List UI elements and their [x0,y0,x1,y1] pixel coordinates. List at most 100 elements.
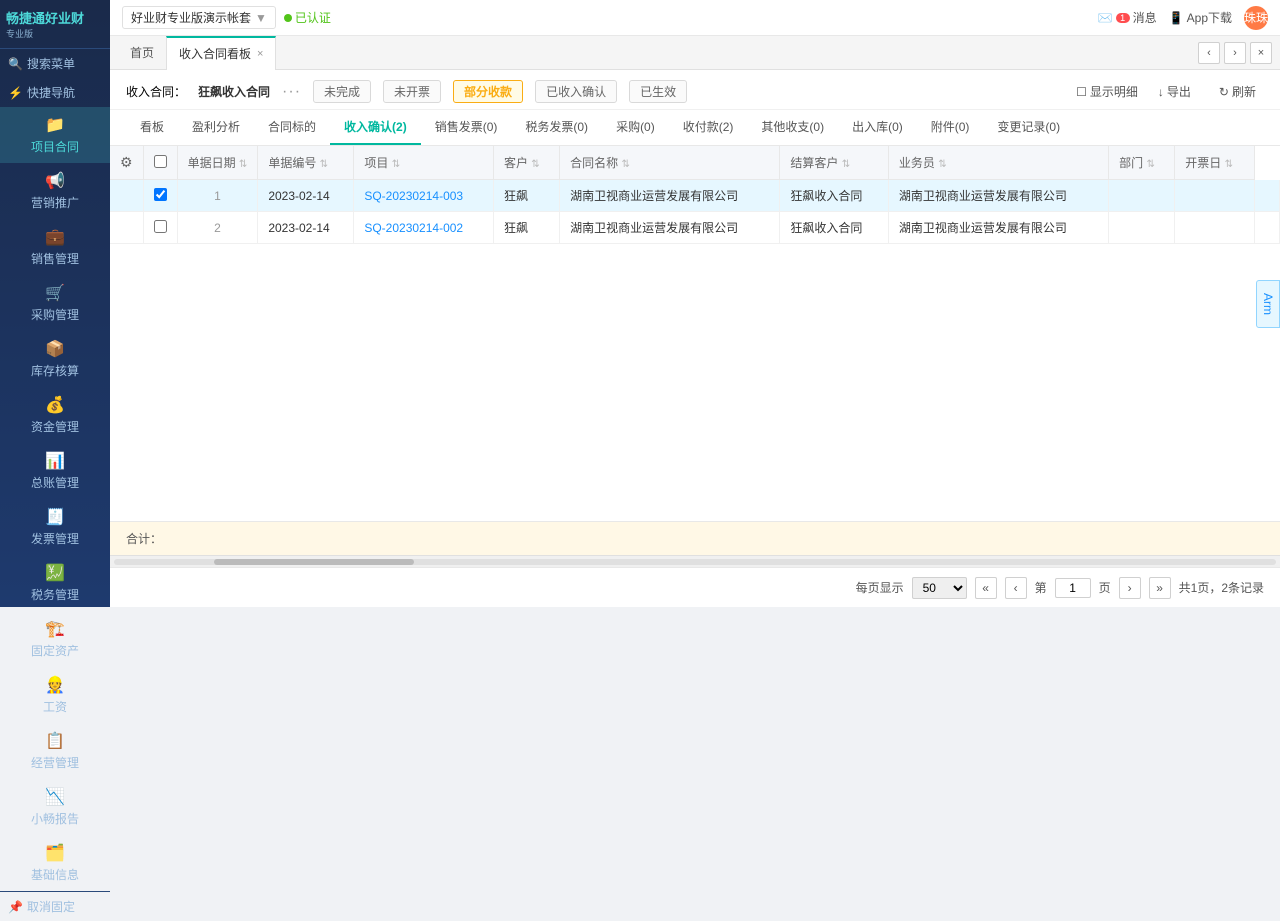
purchase-icon: 🛒 [45,283,65,303]
row-code-link[interactable]: SQ-20230214-003 [364,189,463,203]
sidebar-item-ledger[interactable]: 📊 总账管理 [0,443,110,499]
subtab-sales-invoice[interactable]: 销售发票(0) [421,110,512,145]
page-label: 第 [1035,579,1047,596]
sidebar-item-reports[interactable]: 📉 小畅报告 [0,779,110,835]
subtab-subject[interactable]: 合同标的 [254,110,330,145]
app-download-button[interactable]: 📱 App下载 [1169,9,1232,26]
tab-contract-board[interactable]: 收入合同看板 × [166,36,276,70]
sidebar-item-invoice[interactable]: 🧾 发票管理 [0,499,110,555]
status-active[interactable]: 已生效 [629,80,687,103]
sidebar-item-label: 资金管理 [31,418,79,435]
company-selector[interactable]: 好业财专业版演示帐套 ▼ [122,6,276,29]
topbar: 好业财专业版演示帐套 ▼ 已认证 ✉️ 1 消息 📱 App下载 珠珠 [110,0,1280,36]
sidebar-item-fixed-assets[interactable]: 🏗️ 固定资产 [0,611,110,667]
row-checkbox[interactable] [143,180,177,212]
scrollbar-area [110,555,1280,567]
refresh-button[interactable]: ↻ 刷新 [1211,80,1264,103]
col-code: 单据编号 ⇅ [258,146,354,180]
status-noticket[interactable]: 未开票 [383,80,441,103]
subtab-profit[interactable]: 盈利分析 [178,110,254,145]
contract-more-icon[interactable]: ··· [282,83,301,101]
per-page-select[interactable]: 50 100 200 [912,577,967,599]
export-icon: ↓ [1158,85,1164,99]
sidebar-item-sales[interactable]: 💼 销售管理 [0,219,110,275]
subtab-board[interactable]: 看板 [126,110,178,145]
sidebar-item-purchase[interactable]: 🛒 采购管理 [0,275,110,331]
user-avatar[interactable]: 珠珠 [1244,6,1268,30]
tab-next-btn[interactable]: › [1224,42,1246,64]
sidebar-item-management[interactable]: 📋 经营管理 [0,723,110,779]
subtab-other[interactable]: 其他收支(0) [747,110,838,145]
sort-icon[interactable]: ⇅ [1225,159,1233,170]
settings-icon[interactable]: ⚙ [120,154,133,170]
sort-icon[interactable]: ⇅ [320,159,328,170]
sidebar-item-tax[interactable]: 💹 税务管理 [0,555,110,611]
sidebar-item-inventory[interactable]: 📦 库存核算 [0,331,110,387]
sidebar-item-label: 基础信息 [31,866,79,883]
sidebar-item-salary[interactable]: 👷 工资 [0,667,110,723]
status-incomplete[interactable]: 未完成 [313,80,371,103]
status-confirmed[interactable]: 已收入确认 [535,80,617,103]
sidebar-item-label: 库存核算 [31,362,79,379]
row-project: 狂飙 [493,180,559,212]
app-download-label: App下载 [1187,9,1232,26]
sort-icon[interactable]: ⇅ [1147,159,1155,170]
page-input[interactable] [1055,578,1091,598]
finance-icon: 💰 [45,395,65,415]
notification-badge: 1 [1116,13,1130,23]
tabbar-navigation: ‹ › × [1198,42,1272,64]
table-row[interactable]: 1 2023-02-14 SQ-20230214-003 狂飙 湖南卫视商业运营… [110,180,1280,212]
arm-label: Arm [1261,293,1275,315]
table-row[interactable]: 2 2023-02-14 SQ-20230214-002 狂飙 湖南卫视商业运营… [110,212,1280,244]
subtab-purchase[interactable]: 采购(0) [602,110,669,145]
project-icon: 📁 [45,115,65,135]
tab-prev-btn[interactable]: ‹ [1198,42,1220,64]
tab-close-icon[interactable]: × [257,48,263,60]
sidebar-item-basics[interactable]: 🗂️ 基础信息 [0,835,110,891]
sidebar-item-project-contract[interactable]: 📁 项目合同 [0,107,110,163]
status-partial[interactable]: 部分收款 [453,80,523,103]
sort-icon[interactable]: ⇅ [392,159,400,170]
subtab-attachment[interactable]: 附件(0) [917,110,984,145]
subtab-payment[interactable]: 收付款(2) [669,110,748,145]
show-detail-toggle[interactable]: ☐ 显示明细 [1076,83,1138,100]
sort-icon[interactable]: ⇅ [239,159,247,170]
first-page-btn[interactable]: « [975,577,997,599]
col-contract-name-label: 合同名称 [570,156,618,170]
export-button[interactable]: ↓ 导出 [1150,80,1199,103]
last-page-btn[interactable]: » [1149,577,1171,599]
sidebar-item-marketing[interactable]: 📢 营销推广 [0,163,110,219]
sidebar-item-finance[interactable]: 💰 资金管理 [0,387,110,443]
tab-home[interactable]: 首页 [118,36,166,70]
col-project-label: 项目 [364,156,388,170]
sidebar-unpin[interactable]: 📌 取消固定 [0,891,110,921]
prev-page-btn[interactable]: ‹ [1005,577,1027,599]
col-salesman-label: 业务员 [899,156,935,170]
sort-icon[interactable]: ⇅ [938,159,946,170]
export-label: 导出 [1167,83,1191,100]
sidebar-item-label: 项目合同 [31,138,79,155]
search-icon: 🔍 [8,57,23,71]
next-page-btn[interactable]: › [1119,577,1141,599]
sort-icon[interactable]: ⇅ [842,159,850,170]
message-label: 消息 [1133,9,1157,26]
sort-icon[interactable]: ⇅ [621,159,629,170]
subtab-tax-invoice[interactable]: 税务发票(0) [511,110,602,145]
sidebar-item-label: 营销推广 [31,194,79,211]
sort-icon[interactable]: ⇅ [531,159,539,170]
sidebar-quick-nav[interactable]: ⚡ 快捷导航 [0,78,110,107]
select-all-checkbox[interactable] [154,155,167,168]
row-checkbox[interactable] [143,212,177,244]
row-code-link[interactable]: SQ-20230214-002 [364,221,463,235]
arm-float-button[interactable]: Arm [1256,280,1280,328]
message-button[interactable]: ✉️ 1 消息 [1098,9,1157,26]
subtab-warehouse[interactable]: 出入库(0) [838,110,917,145]
pagination: 每页显示 50 100 200 « ‹ 第 页 › » 共1页，2条记录 [110,567,1280,607]
subtab-changes[interactable]: 变更记录(0) [983,110,1074,145]
sidebar-bottom-label: 取消固定 [27,898,75,915]
scrollbar-thumb[interactable] [214,559,414,565]
subtab-revenue-confirm[interactable]: 收入确认(2) [330,110,421,145]
tab-close-btn[interactable]: × [1250,42,1272,64]
sidebar-item-label: 发票管理 [31,530,79,547]
sidebar-search[interactable]: 🔍 搜索菜单 [0,49,110,78]
